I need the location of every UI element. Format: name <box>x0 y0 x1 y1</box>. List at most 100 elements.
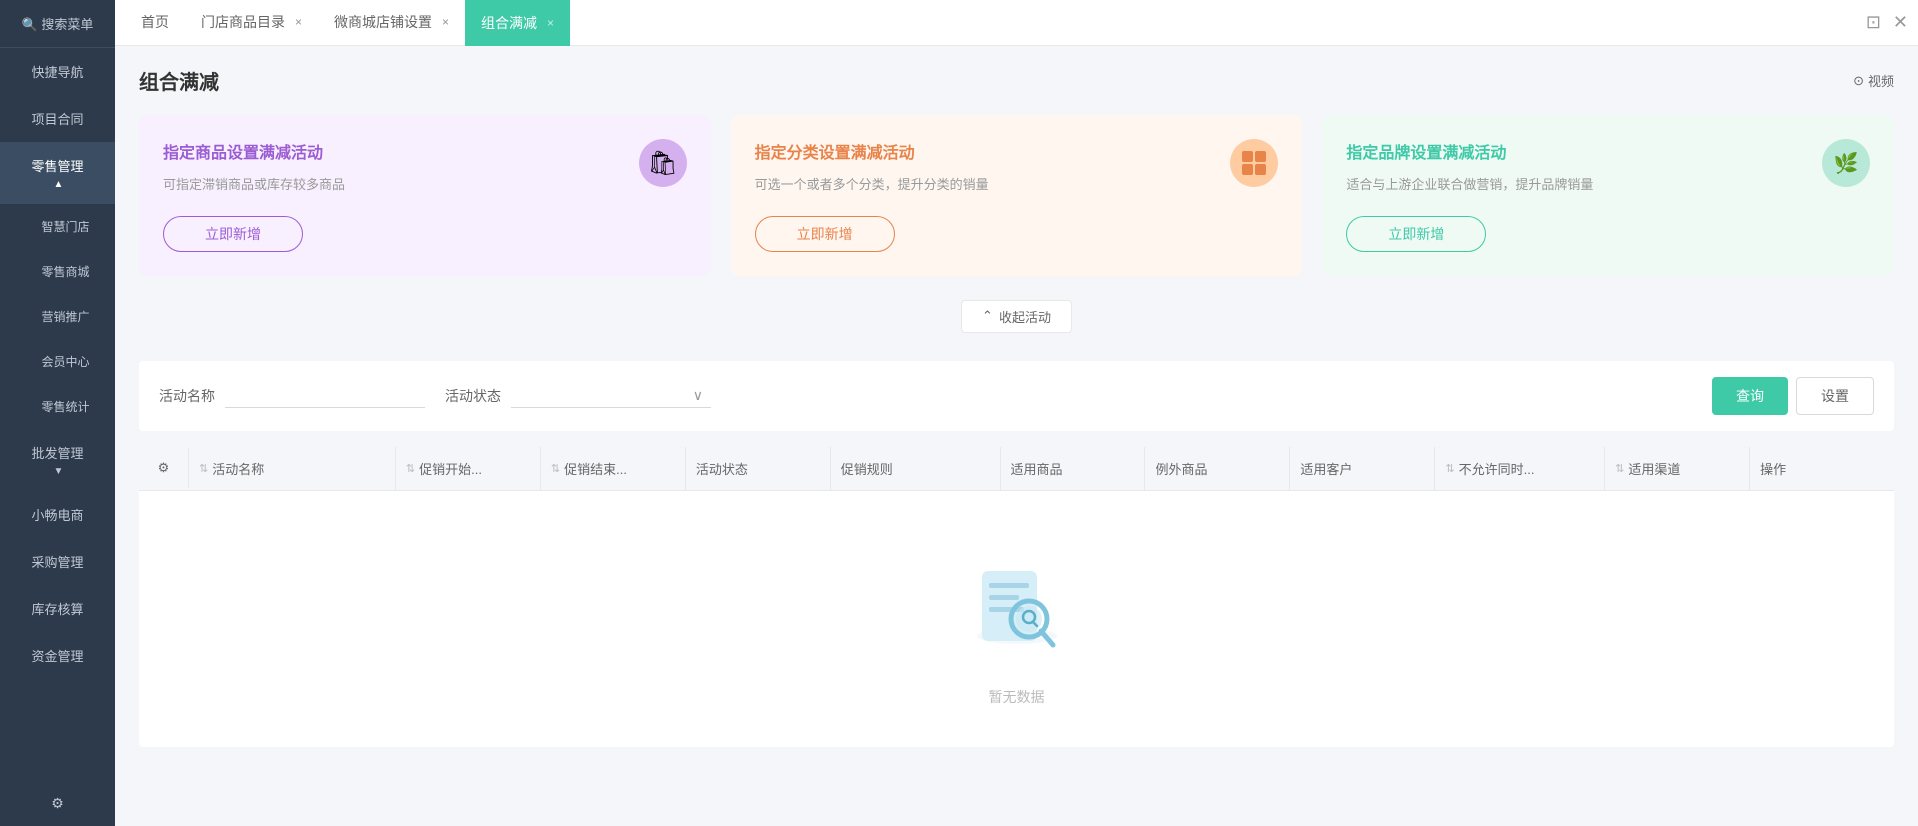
col-goods-label: 适用商品 <box>1011 459 1063 478</box>
table-col-start[interactable]: ⇅ 促销开始... <box>396 447 541 490</box>
empty-state: 暂无数据 <box>139 491 1894 747</box>
brand-card-desc: 适合与上游企业联合做营销，提升品牌销量 <box>1346 175 1870 196</box>
chevron-up-icon: ⌃ <box>982 308 993 324</box>
sidebar-item-quick-nav[interactable]: 快捷导航 <box>0 48 115 95</box>
category-card-add-button[interactable]: 立即新增 <box>755 216 895 252</box>
table-container: ⚙ ⇅ 活动名称 ⇅ 促销开始... ⇅ 促销结束... 活动状态 <box>139 447 1894 747</box>
sidebar-item-label: 快捷导航 <box>0 62 115 81</box>
settings-gear-icon[interactable]: ⚙ <box>0 781 115 826</box>
category-card-desc: 可选一个或者多个分类，提升分类的销量 <box>755 175 1279 196</box>
sort-icon: ⇅ <box>1615 462 1624 475</box>
sort-icon: ⇅ <box>551 462 560 475</box>
table-col-gear[interactable]: ⚙ <box>139 448 189 488</box>
tab-home[interactable]: 首页 <box>125 0 185 46</box>
tab-mini-store-settings[interactable]: 微商城店铺设置 × <box>318 0 465 46</box>
table-col-except: 例外商品 <box>1145 447 1290 490</box>
sidebar-item-label: 零售管理 <box>0 156 115 175</box>
table-col-status: 活动状态 <box>686 447 831 490</box>
product-card-icon: 🛍 <box>639 139 687 187</box>
sidebar: 🔍 搜索菜单 快捷导航 项目合同 零售管理 ▲ 智慧门店 零售商城 营销推广 会… <box>0 0 115 826</box>
gear-icon: ⚙ <box>158 460 170 476</box>
sidebar-item-retail-stats[interactable]: 零售统计 <box>0 384 115 429</box>
close-icon[interactable]: × <box>295 15 302 29</box>
brand-card-add-button[interactable]: 立即新增 <box>1346 216 1486 252</box>
brand-activity-card: 🌿 指定品牌设置满减活动 适合与上游企业联合做营销，提升品牌销量 立即新增 <box>1322 115 1894 276</box>
tab-bar: 首页 门店商品目录 × 微商城店铺设置 × 组合满减 × ⊡ ✕ <box>115 0 1918 46</box>
sidebar-item-smart-store[interactable]: 智慧门店 <box>0 204 115 249</box>
tab-store-catalog[interactable]: 门店商品目录 × <box>185 0 318 46</box>
page-title: 组合满减 <box>139 66 219 95</box>
sort-icon: ⇅ <box>199 462 208 475</box>
settings-button[interactable]: 设置 <box>1796 377 1874 415</box>
empty-illustration <box>957 551 1077 671</box>
sidebar-item-label: 零售商城 <box>16 263 115 280</box>
window-controls: ⊡ ✕ <box>1866 12 1908 33</box>
status-search-field: 活动状态 ∨ <box>445 383 711 408</box>
chevron-up-icon: ▲ <box>54 179 64 190</box>
sidebar-item-retail-mall[interactable]: 零售商城 <box>0 249 115 294</box>
sidebar-item-retail-mgmt[interactable]: 零售管理 ▲ <box>0 142 115 204</box>
tab-combo-discount[interactable]: 组合满减 × <box>465 0 570 46</box>
sidebar-item-wholesale-mgmt[interactable]: 批发管理 ▼ <box>0 429 115 491</box>
sidebar-item-label: 采购管理 <box>0 552 115 571</box>
col-status-label: 活动状态 <box>696 459 748 478</box>
sidebar-item-marketing[interactable]: 营销推广 <box>0 294 115 339</box>
sidebar-search[interactable]: 🔍 搜索菜单 <box>0 0 115 48</box>
col-customer-label: 适用客户 <box>1300 459 1352 478</box>
table-col-end[interactable]: ⇅ 促销结束... <box>541 447 686 490</box>
table-col-no-dup[interactable]: ⇅ 不允许同时... <box>1435 447 1605 490</box>
table-col-customer: 适用客户 <box>1290 447 1435 490</box>
status-search-label: 活动状态 <box>445 386 501 406</box>
table-col-name[interactable]: ⇅ 活动名称 <box>189 447 396 490</box>
product-card-title: 指定商品设置满减活动 <box>163 139 687 163</box>
search-actions: 查询 设置 <box>1712 377 1874 415</box>
tab-home-label: 首页 <box>141 12 169 32</box>
product-activity-card: 🛍 指定商品设置满减活动 可指定滞销商品或库存较多商品 立即新增 <box>139 115 711 276</box>
sidebar-item-inventory-calc[interactable]: 库存核算 <box>0 585 115 632</box>
sidebar-item-project-contract[interactable]: 项目合同 <box>0 95 115 142</box>
sidebar-item-label: 会员中心 <box>16 353 115 370</box>
product-card-add-button[interactable]: 立即新增 <box>163 216 303 252</box>
status-select[interactable] <box>511 383 711 408</box>
close-icon[interactable]: × <box>442 15 449 29</box>
collapse-button[interactable]: ⌃ 收起活动 <box>961 300 1072 333</box>
activity-cards: 🛍 指定商品设置满减活动 可指定滞销商品或库存较多商品 立即新增 指定分类设置满… <box>139 115 1894 276</box>
search-bar: 活动名称 活动状态 ∨ 查询 设置 <box>139 361 1894 431</box>
sidebar-search-label: 搜索菜单 <box>41 17 93 32</box>
sidebar-item-label: 库存核算 <box>0 599 115 618</box>
tab-store-catalog-label: 门店商品目录 <box>201 12 285 32</box>
table-col-rule: 促销规则 <box>831 447 1001 490</box>
sidebar-item-label: 小畅电商 <box>0 505 115 524</box>
table-col-action: 操作 <box>1750 447 1894 490</box>
sidebar-item-purchase-mgmt[interactable]: 采购管理 <box>0 538 115 585</box>
col-start-label: 促销开始... <box>419 459 482 478</box>
sidebar-item-finance-mgmt[interactable]: 资金管理 <box>0 632 115 679</box>
sidebar-item-member-center[interactable]: 会员中心 <box>0 339 115 384</box>
page-header: 组合满减 ⊙ 视频 <box>139 66 1894 95</box>
main-content: 首页 门店商品目录 × 微商城店铺设置 × 组合满减 × ⊡ ✕ 组合满减 ⊙ … <box>115 0 1918 826</box>
close-window-icon[interactable]: ✕ <box>1893 12 1908 33</box>
gear-icon: ⚙ <box>51 795 64 811</box>
collapse-label: 收起活动 <box>999 307 1051 326</box>
product-card-desc: 可指定滞销商品或库存较多商品 <box>163 175 687 196</box>
col-name-label: 活动名称 <box>212 459 264 478</box>
sidebar-item-label: 资金管理 <box>0 646 115 665</box>
chevron-down-icon: ▼ <box>54 466 64 477</box>
category-card-icon <box>1230 139 1278 187</box>
query-button[interactable]: 查询 <box>1712 377 1788 415</box>
sort-icon: ⇅ <box>1445 462 1454 475</box>
brand-card-icon: 🌿 <box>1822 139 1870 187</box>
name-search-input[interactable] <box>225 383 425 408</box>
collapse-bar: ⌃ 收起活动 <box>139 292 1894 341</box>
play-circle-icon: ⊙ <box>1853 73 1864 89</box>
video-link[interactable]: ⊙ 视频 <box>1853 71 1894 90</box>
sidebar-item-xiaochang-ecom[interactable]: 小畅电商 <box>0 491 115 538</box>
sidebar-item-label: 智慧门店 <box>16 218 115 235</box>
col-no-dup-label: 不允许同时... <box>1459 459 1535 478</box>
tab-mini-store-settings-label: 微商城店铺设置 <box>334 12 432 32</box>
close-icon[interactable]: × <box>547 16 554 30</box>
brand-card-title: 指定品牌设置满减活动 <box>1346 139 1870 163</box>
video-label: 视频 <box>1868 71 1894 90</box>
maximize-icon[interactable]: ⊡ <box>1866 12 1881 33</box>
table-col-channel[interactable]: ⇅ 适用渠道 <box>1605 447 1750 490</box>
